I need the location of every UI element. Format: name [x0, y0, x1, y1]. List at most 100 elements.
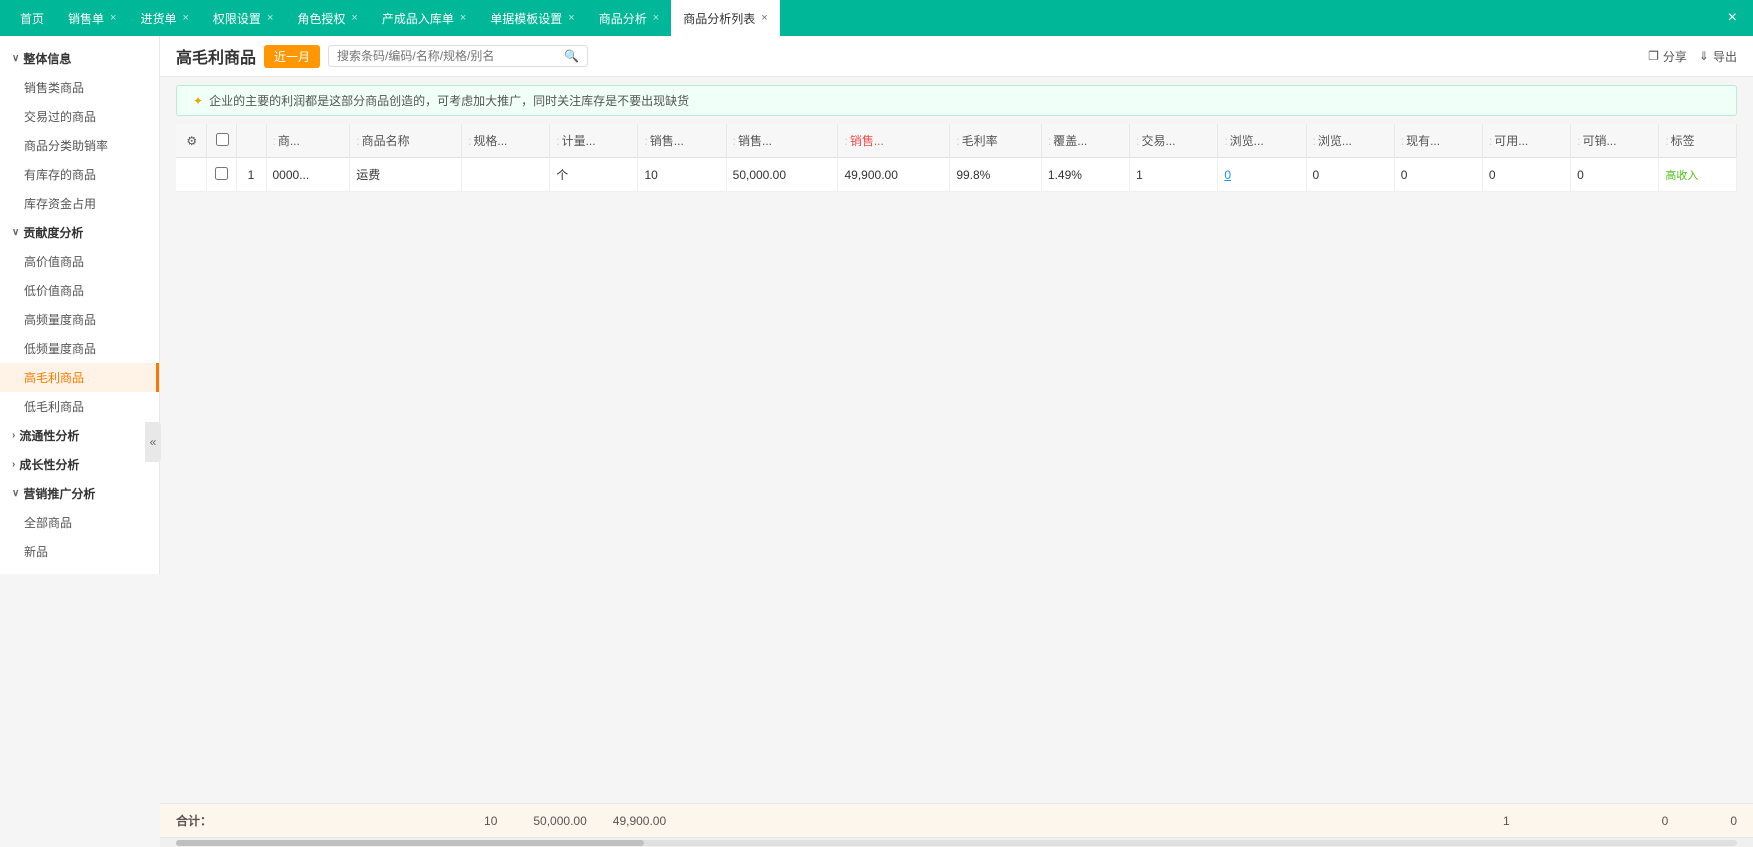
row-spec: [462, 158, 550, 192]
arrow-down-icon-3: ∨: [12, 488, 19, 499]
data-table: ⚙ 商... 商品名称 规格... 计量... 销售... 销售... 销售..…: [176, 124, 1737, 192]
sidebar-item-sales-goods[interactable]: 销售类商品: [0, 73, 159, 102]
row-browse1[interactable]: 0: [1218, 158, 1306, 192]
row-unit: 个: [550, 158, 638, 192]
row-tag: 高收入: [1659, 158, 1737, 192]
footer-sales1: 10: [484, 814, 497, 828]
top-nav: 首页 销售单 × 进货单 × 权限设置 × 角色授权 × 产成品入库单 × 单据…: [0, 0, 1753, 36]
header-actions: ❐ 分享 ⇓ 导出: [1648, 48, 1737, 65]
row-code: 0000...: [266, 158, 350, 192]
footer-available: 0: [1730, 814, 1737, 828]
col-unit[interactable]: 计量...: [550, 124, 638, 158]
sidebar-item-high-value[interactable]: 高价值商品: [0, 247, 159, 276]
table-row: 1 0000... 运费 个 10 50,000.00 49,900.00 99…: [176, 158, 1737, 192]
col-sales3[interactable]: 销售...: [838, 124, 950, 158]
col-trades[interactable]: 交易...: [1130, 124, 1218, 158]
nav-item-template[interactable]: 单据模板设置 ×: [478, 0, 586, 36]
col-num: [236, 124, 266, 158]
sidebar-item-low-margin[interactable]: 低毛利商品: [0, 392, 159, 421]
row-gross-rate: 99.8%: [950, 158, 1042, 192]
nav-item-roles[interactable]: 角色授权 ×: [285, 0, 369, 36]
sidebar-item-stock-capital[interactable]: 库存资金占用: [0, 189, 159, 218]
export-btn[interactable]: ⇓ 导出: [1699, 48, 1737, 65]
arrow-right-icon-2: ›: [12, 459, 15, 470]
main-layout: ∨ 整体信息 销售类商品 交易过的商品 商品分类助销率 有库存的商品 库存资金占…: [0, 36, 1753, 847]
row-checkbox: [206, 158, 236, 192]
footer-current: 0: [1662, 814, 1669, 828]
sidebar-item-low-freq[interactable]: 低频量度商品: [0, 334, 159, 363]
nav-item-product-in[interactable]: 产成品入库单 ×: [370, 0, 478, 36]
notice-icon: ✦: [193, 94, 203, 108]
scroll-track: [176, 840, 1737, 846]
sidebar-collapse-btn[interactable]: «: [145, 422, 161, 462]
nav-item-goods-list[interactable]: 商品分析列表 ×: [671, 0, 779, 36]
sidebar-item-high-margin[interactable]: 高毛利商品: [0, 363, 159, 392]
col-name[interactable]: 商品名称: [350, 124, 462, 158]
sidebar-section-overall[interactable]: ∨ 整体信息: [0, 44, 159, 73]
search-box: 🔍: [328, 45, 588, 67]
close-purchase-tab[interactable]: ×: [182, 12, 188, 24]
sidebar: ∨ 整体信息 销售类商品 交易过的商品 商品分类助销率 有库存的商品 库存资金占…: [0, 36, 160, 574]
sidebar-item-low-value[interactable]: 低价值商品: [0, 276, 159, 305]
row-sellable: 0: [1571, 158, 1659, 192]
export-icon: ⇓: [1699, 49, 1709, 63]
close-template-tab[interactable]: ×: [568, 12, 574, 24]
scroll-thumb[interactable]: [176, 840, 644, 846]
close-window-btn[interactable]: ×: [1720, 9, 1745, 27]
sidebar-section-contribution[interactable]: ∨ 贡献度分析: [0, 218, 159, 247]
row-coverage: 1.49%: [1041, 158, 1129, 192]
sidebar-wrapper: ∨ 整体信息 销售类商品 交易过的商品 商品分类助销率 有库存的商品 库存资金占…: [0, 36, 160, 847]
col-browse2[interactable]: 浏览...: [1306, 124, 1394, 158]
sidebar-item-new-goods[interactable]: 新品: [0, 537, 159, 566]
nav-item-home[interactable]: 首页: [8, 0, 56, 36]
footer-label: 合计：: [176, 812, 212, 829]
footer-sales3: 49,900.00: [613, 814, 666, 828]
col-code[interactable]: 商...: [266, 124, 350, 158]
col-available[interactable]: 可用...: [1482, 124, 1570, 158]
row-available: 0: [1482, 158, 1570, 192]
col-sales1[interactable]: 销售...: [638, 124, 726, 158]
arrow-down-icon-2: ∨: [12, 227, 19, 238]
col-sellable[interactable]: 可销...: [1571, 124, 1659, 158]
close-goods-analysis-tab[interactable]: ×: [653, 12, 659, 24]
search-input[interactable]: [337, 49, 560, 63]
notice-text: 企业的主要的利润都是这部分商品创造的，可考虑加大推广，同时关注库存是不要出现缺货: [209, 92, 689, 109]
bottom-scrollbar[interactable]: [160, 837, 1753, 847]
footer-trades: 1: [1503, 814, 1510, 828]
filter-recent-month-btn[interactable]: 近一月: [264, 45, 320, 68]
sidebar-section-growth[interactable]: › 成长性分析: [0, 450, 159, 479]
col-gross-rate[interactable]: 毛利率: [950, 124, 1042, 158]
col-tag[interactable]: 标签: [1659, 124, 1737, 158]
close-goods-list-tab[interactable]: ×: [761, 12, 767, 24]
content-header: 高毛利商品 近一月 🔍 ❐ 分享 ⇓ 导出: [160, 36, 1753, 77]
share-btn[interactable]: ❐ 分享: [1648, 48, 1687, 65]
row-trades: 1: [1130, 158, 1218, 192]
row-select-checkbox[interactable]: [215, 167, 228, 180]
nav-item-permissions[interactable]: 权限设置 ×: [201, 0, 285, 36]
sidebar-section-marketing[interactable]: ∨ 营销推广分析: [0, 479, 159, 508]
close-product-in-tab[interactable]: ×: [460, 12, 466, 24]
col-coverage[interactable]: 覆盖...: [1041, 124, 1129, 158]
col-spec[interactable]: 规格...: [462, 124, 550, 158]
col-browse1[interactable]: 浏览...: [1218, 124, 1306, 158]
sidebar-item-category-rate[interactable]: 商品分类助销率: [0, 131, 159, 160]
close-sales-tab[interactable]: ×: [110, 12, 116, 24]
col-current[interactable]: 现有...: [1394, 124, 1482, 158]
search-icon[interactable]: 🔍: [564, 49, 579, 63]
nav-item-sales[interactable]: 销售单 ×: [56, 0, 128, 36]
sidebar-item-traded-goods[interactable]: 交易过的商品: [0, 102, 159, 131]
nav-item-purchase[interactable]: 进货单 ×: [128, 0, 200, 36]
sidebar-item-all-goods[interactable]: 全部商品: [0, 508, 159, 537]
sidebar-item-in-stock[interactable]: 有库存的商品: [0, 160, 159, 189]
page-title: 高毛利商品: [176, 44, 256, 68]
arrow-right-icon: ›: [12, 430, 15, 441]
sidebar-item-high-freq[interactable]: 高频量度商品: [0, 305, 159, 334]
row-name: 运费: [350, 158, 462, 192]
close-roles-tab[interactable]: ×: [351, 12, 357, 24]
nav-item-goods-analysis[interactable]: 商品分析 ×: [587, 0, 671, 36]
col-sales2[interactable]: 销售...: [726, 124, 838, 158]
col-settings[interactable]: ⚙: [176, 124, 206, 158]
close-permissions-tab[interactable]: ×: [267, 12, 273, 24]
sidebar-section-liquidity[interactable]: › 流通性分析: [0, 421, 159, 450]
select-all-checkbox[interactable]: [216, 133, 229, 146]
